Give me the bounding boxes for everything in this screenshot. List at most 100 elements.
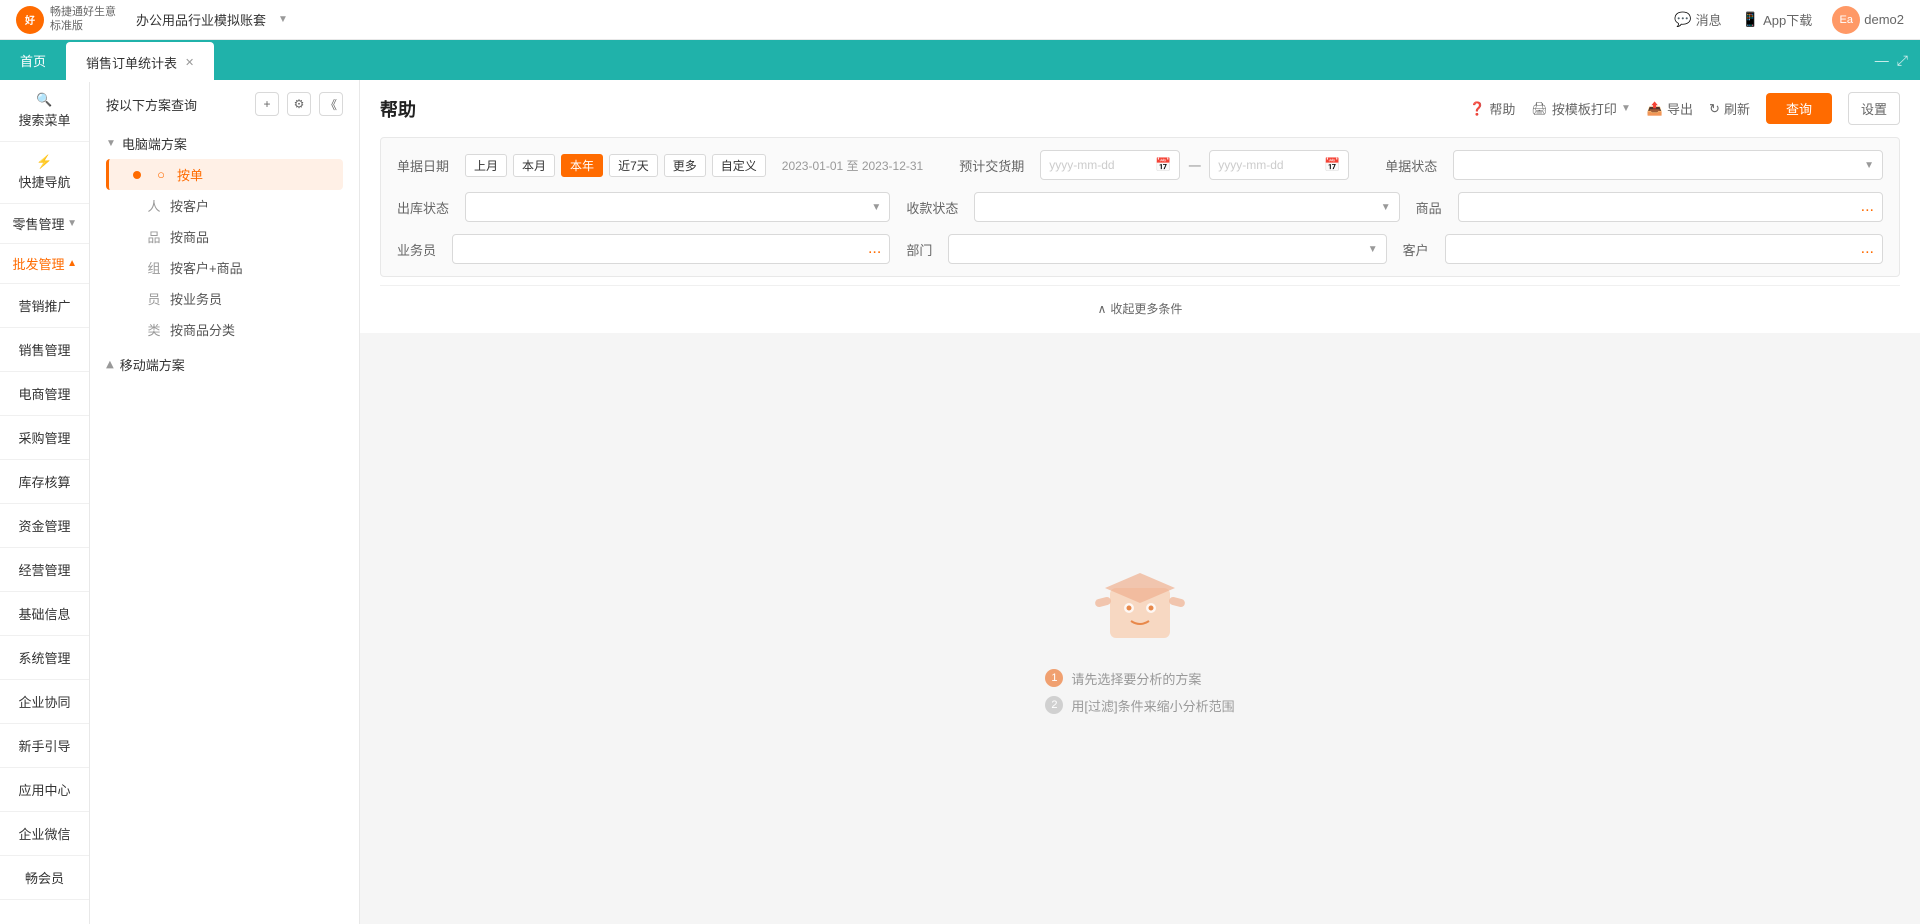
- top-bar: 好 畅捷通好生意 标准版 办公用品行业模拟账套 ▼ 💬 消息 📱 App下载 E…: [0, 0, 1920, 40]
- sales-label: 销售管理: [18, 340, 70, 359]
- maximize-btn[interactable]: ⤢: [1897, 52, 1908, 69]
- predict-date-end[interactable]: yyyy-mm-dd 📅: [1209, 150, 1349, 180]
- tip-text-1: 请先选择要分析的方案: [1071, 669, 1201, 688]
- filter-row-2: 出库状态 ▼ 收款状态 ▼ 商品 ...: [397, 192, 1883, 222]
- scheme-item-by-product[interactable]: 品 按商品: [106, 221, 343, 252]
- page-title: 帮助: [380, 96, 416, 122]
- salesperson-input[interactable]: ...: [452, 234, 890, 264]
- salesperson-more-btn[interactable]: ...: [868, 240, 881, 258]
- collapse-conditions-btn[interactable]: ∧ 收起更多条件: [1090, 292, 1191, 325]
- customer-input[interactable]: ...: [1445, 234, 1883, 264]
- scheme-group-pc-header[interactable]: ▼ 电脑端方案: [106, 128, 343, 159]
- tab-home[interactable]: 首页: [0, 40, 66, 80]
- date-quick-buttons: 上月 本月 本年 近7天 更多 自定义: [465, 154, 766, 177]
- scheme-group-mobile-header[interactable]: ▶ 移动端方案: [106, 349, 343, 380]
- scheme-section: ▼ 电脑端方案 ○ 按单 人 按客户 品: [90, 128, 359, 380]
- app-title: 办公用品行业模拟账套: [136, 10, 266, 29]
- operations-label: 经营管理: [18, 560, 70, 579]
- empty-svg: [1085, 543, 1195, 653]
- search-button[interactable]: 查询: [1766, 93, 1832, 124]
- predict-date-label: 预计交货期: [959, 156, 1024, 175]
- filter-section: 单据日期 上月 本月 本年 近7天 更多 自定义 2023-01-01 至 20…: [380, 137, 1900, 277]
- sidebar-item-quick-nav[interactable]: ⚡ 快捷导航: [0, 142, 89, 204]
- dept-select[interactable]: ▼: [948, 234, 1386, 264]
- sidebar-item-sales[interactable]: 销售管理: [0, 328, 89, 372]
- enterprise-label: 企业协同: [18, 692, 70, 711]
- sidebar-item-marketing[interactable]: 营销推广: [0, 284, 89, 328]
- scheme-item-by-order[interactable]: ○ 按单: [106, 159, 343, 190]
- empty-tips: 1 请先选择要分析的方案 2 用[过滤]条件来缩小分析范围: [1045, 669, 1234, 715]
- sidebar-item-finance[interactable]: 资金管理: [0, 504, 89, 548]
- scheme-item-by-salesperson[interactable]: 员 按业务员: [106, 283, 343, 314]
- date-filter-label: 单据日期: [397, 156, 449, 175]
- product-input[interactable]: ...: [1458, 192, 1883, 222]
- minimize-btn[interactable]: —: [1875, 52, 1889, 69]
- tab-home-label: 首页: [20, 51, 46, 70]
- predict-date-start-placeholder: yyyy-mm-dd: [1049, 158, 1114, 172]
- message-icon: 💬: [1674, 11, 1691, 28]
- message-btn[interactable]: 💬 消息: [1674, 10, 1721, 29]
- collapse-panel-btn[interactable]: 《: [319, 92, 343, 116]
- customer-more-btn[interactable]: ...: [1861, 240, 1874, 258]
- purchase-label: 采购管理: [18, 428, 70, 447]
- sidebar-item-operations[interactable]: 经营管理: [0, 548, 89, 592]
- date-btn-this-year[interactable]: 本年: [561, 154, 603, 177]
- scheme-item-by-customer[interactable]: 人 按客户: [106, 190, 343, 221]
- sidebar-item-basics[interactable]: 基础信息: [0, 592, 89, 636]
- tip-text-2: 用[过滤]条件来缩小分析范围: [1071, 696, 1234, 715]
- predict-date-start[interactable]: yyyy-mm-dd 📅: [1040, 150, 1180, 180]
- sidebar-item-search-menu[interactable]: 🔍 搜索菜单: [0, 80, 89, 142]
- export-btn[interactable]: 📤 导出: [1647, 99, 1693, 118]
- tab-sales-stat[interactable]: 销售订单统计表 ✕: [66, 42, 214, 82]
- sidebar-item-enterprise[interactable]: 企业协同: [0, 680, 89, 724]
- scheme-group-pc: ▼ 电脑端方案 ○ 按单 人 按客户 品: [106, 128, 343, 345]
- sidebar-item-purchase[interactable]: 采购管理: [0, 416, 89, 460]
- app-title-dropdown[interactable]: ▼: [278, 14, 288, 25]
- date-btn-this-month[interactable]: 本月: [513, 154, 555, 177]
- scheme-item-by-category[interactable]: 类 按商品分类: [106, 314, 343, 345]
- receipt-status-label: 收款状态: [906, 198, 958, 217]
- refresh-btn[interactable]: ↻ 刷新: [1709, 99, 1750, 118]
- sidebar-item-member[interactable]: 畅会员: [0, 856, 89, 900]
- sidebar-item-wholesale[interactable]: 批发管理 ▲: [0, 244, 89, 284]
- print-btn[interactable]: 🖨 按模板打印 ▼: [1531, 99, 1630, 118]
- user-avatar: Ea: [1832, 6, 1860, 34]
- pc-group-label: 电脑端方案: [122, 134, 187, 153]
- sidebar-item-ecommerce[interactable]: 电商管理: [0, 372, 89, 416]
- scheme-item-by-cust-prod[interactable]: 组 按客户+商品: [106, 252, 343, 283]
- sidebar-item-retail[interactable]: 零售管理 ▼: [0, 204, 89, 244]
- add-scheme-btn[interactable]: +: [255, 92, 279, 116]
- status-select[interactable]: ▼: [1453, 150, 1883, 180]
- out-status-select[interactable]: ▼: [465, 192, 890, 222]
- sidebar-item-inventory[interactable]: 库存核算: [0, 460, 89, 504]
- sidebar-item-newbie[interactable]: 新手引导: [0, 724, 89, 768]
- by-product-label: 按商品: [170, 227, 209, 246]
- user-area[interactable]: Ea demo2: [1832, 6, 1904, 34]
- sidebar-item-app-center[interactable]: 应用中心: [0, 768, 89, 812]
- date-btn-more[interactable]: 更多: [664, 154, 706, 177]
- by-cust-prod-icon: 组: [146, 258, 162, 277]
- receipt-status-select[interactable]: ▼: [974, 192, 1399, 222]
- settings-button[interactable]: 设置: [1848, 92, 1900, 125]
- product-more-btn[interactable]: ...: [1861, 198, 1874, 216]
- predict-date-inputs: yyyy-mm-dd 📅 一 yyyy-mm-dd 📅: [1040, 150, 1349, 180]
- out-status-label: 出库状态: [397, 198, 449, 217]
- active-badge: [133, 171, 141, 179]
- receipt-status-arrow: ▼: [1381, 202, 1391, 213]
- date-btn-last-7days[interactable]: 近7天: [609, 154, 658, 177]
- date-btn-last-month[interactable]: 上月: [465, 154, 507, 177]
- help-icon: ❓: [1469, 101, 1485, 117]
- empty-illustration: [1085, 543, 1195, 653]
- sidebar-item-enterprise-wechat[interactable]: 企业微信: [0, 812, 89, 856]
- sidebar-item-system[interactable]: 系统管理: [0, 636, 89, 680]
- page-action-group: ❓ 帮助 🖨 按模板打印 ▼ 📤 导出 ↻: [1469, 92, 1900, 125]
- tab-close-icon[interactable]: ✕: [185, 56, 194, 69]
- help-btn[interactable]: ❓ 帮助: [1469, 99, 1515, 118]
- print-icon: 🖨: [1531, 101, 1548, 117]
- date-btn-custom[interactable]: 自定义: [712, 154, 766, 177]
- basics-label: 基础信息: [18, 604, 70, 623]
- settings-scheme-btn[interactable]: ⚙: [287, 92, 311, 116]
- tab-bar: 首页 销售订单统计表 ✕ — ⤢: [0, 40, 1920, 80]
- app-download-btn[interactable]: 📱 App下载: [1742, 10, 1813, 29]
- calendar-icon-start: 📅: [1155, 157, 1171, 173]
